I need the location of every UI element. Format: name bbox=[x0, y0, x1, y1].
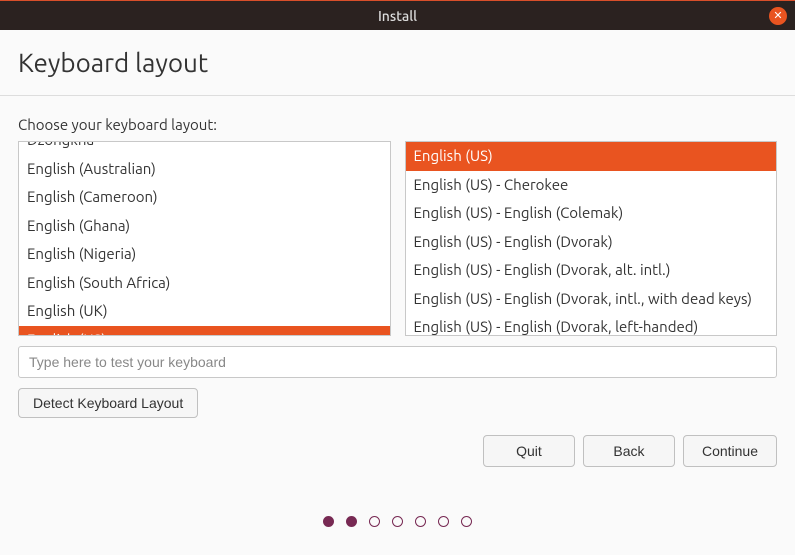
page-title: Keyboard layout bbox=[18, 48, 777, 77]
list-item[interactable]: English (US) bbox=[406, 142, 777, 171]
list-item[interactable]: English (Australian) bbox=[19, 155, 390, 184]
footer-buttons: Quit Back Continue bbox=[483, 435, 777, 467]
progress-dot bbox=[323, 516, 334, 527]
prompt-label: Choose your keyboard layout: bbox=[18, 116, 777, 133]
back-button[interactable]: Back bbox=[583, 435, 675, 467]
layout-lists: DzongkhaEnglish (Australian)English (Cam… bbox=[18, 141, 777, 336]
content-area: Keyboard layout Choose your keyboard lay… bbox=[0, 30, 795, 418]
detect-layout-button[interactable]: Detect Keyboard Layout bbox=[18, 388, 198, 418]
list-item[interactable]: English (UK) bbox=[19, 297, 390, 326]
progress-dot bbox=[346, 516, 357, 527]
close-icon[interactable]: ✕ bbox=[769, 7, 787, 25]
list-item[interactable]: English (Nigeria) bbox=[19, 240, 390, 269]
divider bbox=[0, 95, 795, 96]
titlebar: Install ✕ bbox=[0, 0, 795, 30]
progress-dot bbox=[392, 516, 403, 527]
list-item[interactable]: English (US) - English (Dvorak, intl., w… bbox=[406, 285, 777, 314]
list-item[interactable]: English (US) bbox=[19, 326, 390, 337]
list-item[interactable]: English (Cameroon) bbox=[19, 183, 390, 212]
continue-button[interactable]: Continue bbox=[683, 435, 777, 467]
keyboard-test-input[interactable] bbox=[18, 346, 777, 378]
list-item[interactable]: English (US) - English (Colemak) bbox=[406, 199, 777, 228]
list-item[interactable]: English (South Africa) bbox=[19, 269, 390, 298]
progress-dot bbox=[438, 516, 449, 527]
list-item[interactable]: English (US) - English (Dvorak, left-han… bbox=[406, 313, 777, 336]
progress-dots bbox=[0, 516, 795, 527]
progress-dot bbox=[415, 516, 426, 527]
list-item[interactable]: English (US) - English (Dvorak, alt. int… bbox=[406, 256, 777, 285]
list-item[interactable]: Dzongkha bbox=[19, 141, 390, 155]
list-item[interactable]: English (US) - Cherokee bbox=[406, 171, 777, 200]
window-title: Install bbox=[378, 8, 417, 24]
quit-button[interactable]: Quit bbox=[483, 435, 575, 467]
layout-country-list[interactable]: DzongkhaEnglish (Australian)English (Cam… bbox=[18, 141, 391, 336]
progress-dot bbox=[369, 516, 380, 527]
progress-dot bbox=[461, 516, 472, 527]
list-item[interactable]: English (US) - English (Dvorak) bbox=[406, 228, 777, 257]
layout-variant-list[interactable]: English (US)English (US) - CherokeeEngli… bbox=[405, 141, 778, 336]
list-item[interactable]: English (Ghana) bbox=[19, 212, 390, 241]
